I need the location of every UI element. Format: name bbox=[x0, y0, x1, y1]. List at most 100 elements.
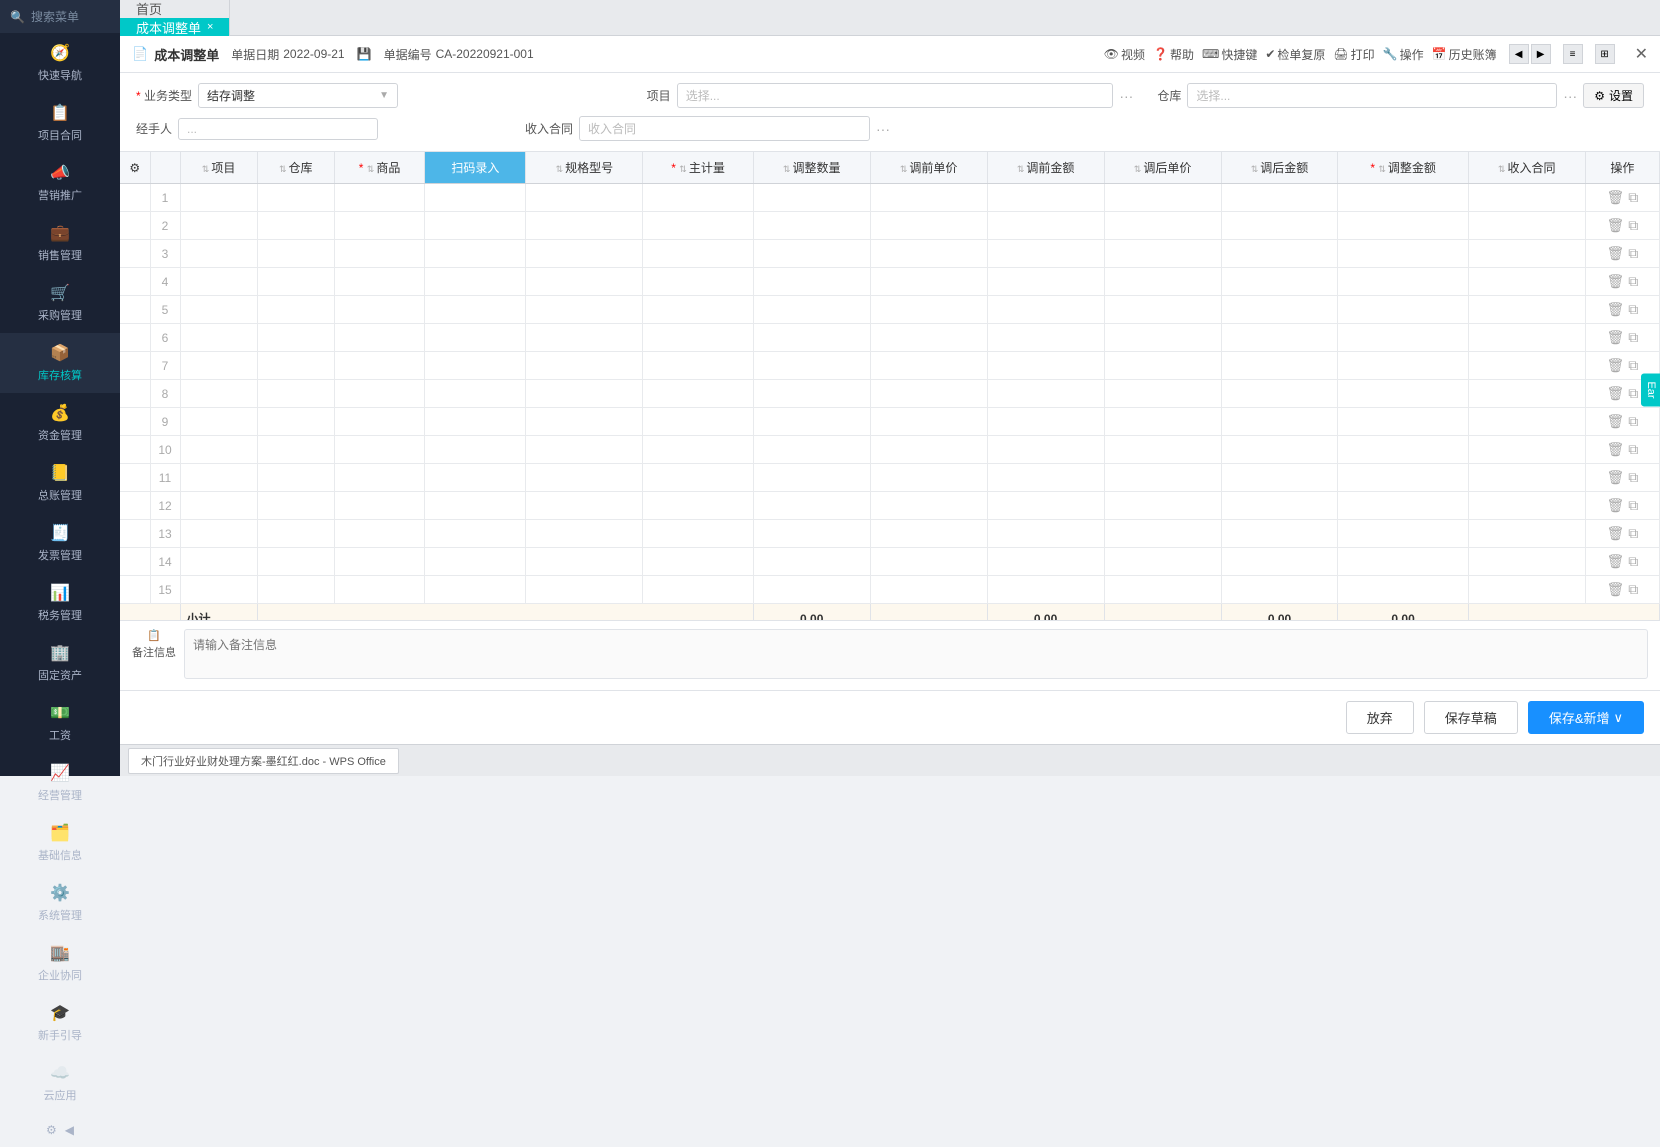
row-adjqty-11[interactable] bbox=[753, 464, 870, 492]
row-before-amount-9[interactable] bbox=[987, 408, 1104, 436]
row-unit-9[interactable] bbox=[643, 408, 753, 436]
row-project-15[interactable] bbox=[180, 576, 257, 604]
row-unit-8[interactable] bbox=[643, 380, 753, 408]
row-copy-11[interactable]: ⧉ bbox=[1628, 469, 1638, 486]
row-spec-14[interactable] bbox=[526, 548, 643, 576]
sidebar-search[interactable]: 🔍 搜索菜单 bbox=[0, 0, 120, 33]
income-contract-select[interactable]: 收入合同 bbox=[579, 116, 870, 141]
row-checkbox-12[interactable] bbox=[120, 492, 150, 520]
view-grid-icon[interactable]: ⊞ bbox=[1595, 44, 1615, 64]
row-adjust-amount-15[interactable] bbox=[1338, 576, 1468, 604]
save-draft-btn[interactable]: 保存草稿 bbox=[1424, 701, 1518, 734]
row-spec-11[interactable] bbox=[526, 464, 643, 492]
row-project-7[interactable] bbox=[180, 352, 257, 380]
row-checkbox-3[interactable] bbox=[120, 240, 150, 268]
row-project-14[interactable] bbox=[180, 548, 257, 576]
row-product-3[interactable] bbox=[334, 240, 424, 268]
row-adjqty-9[interactable] bbox=[753, 408, 870, 436]
row-adjqty-4[interactable] bbox=[753, 268, 870, 296]
row-income-contract-8[interactable] bbox=[1468, 380, 1585, 408]
sidebar-item-sales-mgmt[interactable]: 💼销售管理 bbox=[0, 213, 120, 273]
row-before-price-13[interactable] bbox=[870, 520, 987, 548]
row-adjqty-5[interactable] bbox=[753, 296, 870, 324]
row-warehouse-14[interactable] bbox=[257, 548, 334, 576]
row-adjust-amount-4[interactable] bbox=[1338, 268, 1468, 296]
row-income-contract-6[interactable] bbox=[1468, 324, 1585, 352]
row-delete-4[interactable]: 🗑 bbox=[1606, 273, 1624, 290]
sidebar-item-project-contract[interactable]: 📋项目合同 bbox=[0, 93, 120, 153]
row-warehouse-4[interactable] bbox=[257, 268, 334, 296]
row-delete-15[interactable]: 🗑 bbox=[1606, 581, 1624, 598]
row-copy-15[interactable]: ⧉ bbox=[1628, 581, 1638, 598]
col-scan-header[interactable]: 扫码录入 bbox=[425, 152, 526, 184]
row-after-amount-4[interactable] bbox=[1221, 268, 1338, 296]
row-warehouse-5[interactable] bbox=[257, 296, 334, 324]
row-spec-3[interactable] bbox=[526, 240, 643, 268]
row-project-13[interactable] bbox=[180, 520, 257, 548]
row-product-1[interactable] bbox=[334, 184, 424, 212]
row-scan-14[interactable] bbox=[425, 548, 526, 576]
row-checkbox-13[interactable] bbox=[120, 520, 150, 548]
sidebar-item-sales-promo[interactable]: 📣营销推广 bbox=[0, 153, 120, 213]
save-new-btn[interactable]: 保存&新增 ∨ bbox=[1528, 701, 1644, 734]
row-adjqty-6[interactable] bbox=[753, 324, 870, 352]
row-delete-5[interactable]: 🗑 bbox=[1606, 301, 1624, 318]
row-adjqty-3[interactable] bbox=[753, 240, 870, 268]
row-spec-4[interactable] bbox=[526, 268, 643, 296]
row-spec-15[interactable] bbox=[526, 576, 643, 604]
row-warehouse-9[interactable] bbox=[257, 408, 334, 436]
row-warehouse-13[interactable] bbox=[257, 520, 334, 548]
row-after-price-4[interactable] bbox=[1104, 268, 1221, 296]
biz-type-select[interactable]: 结存调整 ▼ bbox=[198, 83, 398, 108]
row-before-price-8[interactable] bbox=[870, 380, 987, 408]
row-product-4[interactable] bbox=[334, 268, 424, 296]
row-adjqty-10[interactable] bbox=[753, 436, 870, 464]
row-copy-1[interactable]: ⧉ bbox=[1628, 189, 1638, 206]
nav-prev-btn[interactable]: ◀ bbox=[1509, 44, 1529, 64]
row-before-amount-2[interactable] bbox=[987, 212, 1104, 240]
row-after-price-11[interactable] bbox=[1104, 464, 1221, 492]
action-view[interactable]: 👁视频 bbox=[1104, 46, 1145, 63]
row-unit-4[interactable] bbox=[643, 268, 753, 296]
row-checkbox-10[interactable] bbox=[120, 436, 150, 464]
row-after-price-15[interactable] bbox=[1104, 576, 1221, 604]
row-before-amount-8[interactable] bbox=[987, 380, 1104, 408]
row-adjqty-12[interactable] bbox=[753, 492, 870, 520]
row-scan-7[interactable] bbox=[425, 352, 526, 380]
row-before-amount-4[interactable] bbox=[987, 268, 1104, 296]
row-scan-11[interactable] bbox=[425, 464, 526, 492]
row-adjust-amount-1[interactable] bbox=[1338, 184, 1468, 212]
row-warehouse-12[interactable] bbox=[257, 492, 334, 520]
row-scan-5[interactable] bbox=[425, 296, 526, 324]
row-income-contract-14[interactable] bbox=[1468, 548, 1585, 576]
row-copy-2[interactable]: ⧉ bbox=[1628, 217, 1638, 234]
row-before-price-5[interactable] bbox=[870, 296, 987, 324]
row-checkbox-7[interactable] bbox=[120, 352, 150, 380]
row-after-amount-1[interactable] bbox=[1221, 184, 1338, 212]
handler-select[interactable]: ... bbox=[178, 118, 378, 140]
window-close-btn[interactable]: ✕ bbox=[1635, 44, 1648, 64]
row-scan-13[interactable] bbox=[425, 520, 526, 548]
row-spec-13[interactable] bbox=[526, 520, 643, 548]
warehouse-select[interactable]: 选择... bbox=[1187, 83, 1557, 108]
row-adjqty-15[interactable] bbox=[753, 576, 870, 604]
row-income-contract-13[interactable] bbox=[1468, 520, 1585, 548]
sidebar-item-payroll[interactable]: 💵工资 bbox=[0, 693, 120, 753]
row-copy-5[interactable]: ⧉ bbox=[1628, 301, 1638, 318]
row-before-price-10[interactable] bbox=[870, 436, 987, 464]
row-adjqty-7[interactable] bbox=[753, 352, 870, 380]
row-project-4[interactable] bbox=[180, 268, 257, 296]
sidebar-item-funds[interactable]: 💰资金管理 bbox=[0, 393, 120, 453]
row-unit-15[interactable] bbox=[643, 576, 753, 604]
discard-btn[interactable]: 放弃 bbox=[1346, 701, 1414, 734]
row-before-price-3[interactable] bbox=[870, 240, 987, 268]
row-product-9[interactable] bbox=[334, 408, 424, 436]
sidebar-item-fixed-assets[interactable]: 🏢固定资产 bbox=[0, 633, 120, 693]
row-spec-12[interactable] bbox=[526, 492, 643, 520]
row-before-amount-1[interactable] bbox=[987, 184, 1104, 212]
row-delete-2[interactable]: 🗑 bbox=[1606, 217, 1624, 234]
row-income-contract-11[interactable] bbox=[1468, 464, 1585, 492]
row-delete-12[interactable]: 🗑 bbox=[1606, 497, 1624, 514]
action-ops[interactable]: 🔧操作 bbox=[1383, 46, 1424, 63]
row-scan-15[interactable] bbox=[425, 576, 526, 604]
